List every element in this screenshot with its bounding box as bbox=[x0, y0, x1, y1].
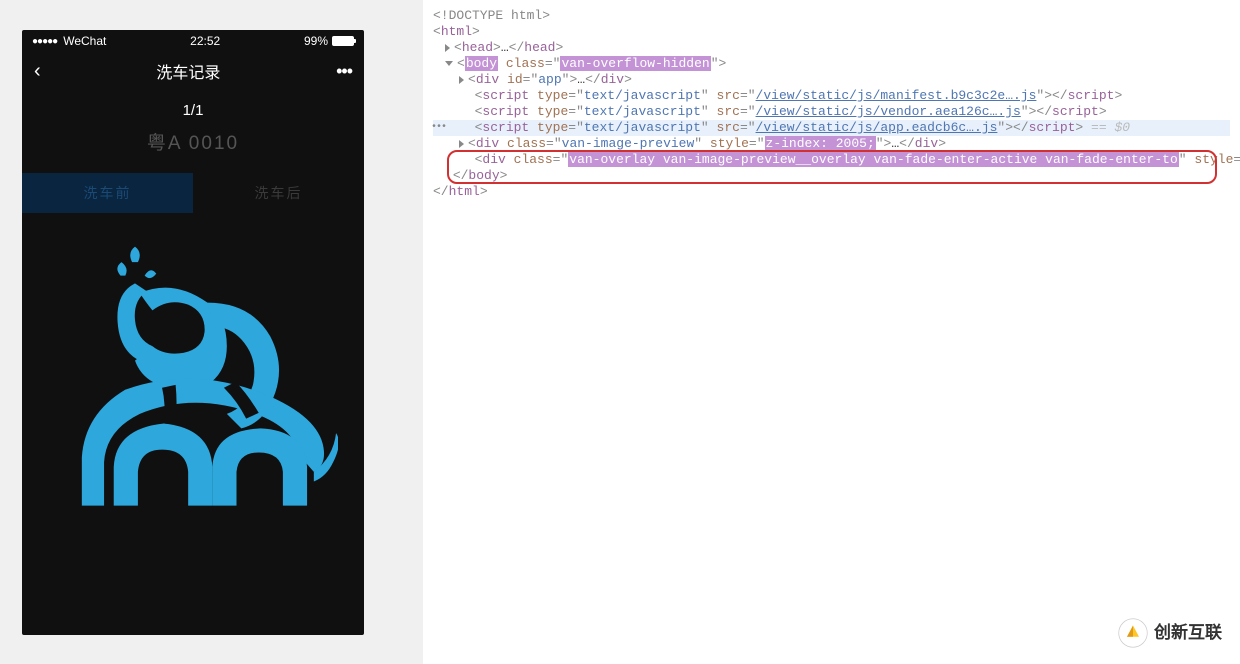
code-body-close[interactable]: </body> bbox=[433, 168, 1230, 184]
code-app-div[interactable]: <div id="app">…</div> bbox=[433, 72, 1230, 88]
background-content: 粤A 0010 洗车前 洗车后 bbox=[22, 128, 364, 213]
expand-icon[interactable] bbox=[459, 76, 464, 84]
carrier-label: WeChat bbox=[63, 34, 106, 48]
more-icon[interactable]: ••• bbox=[336, 61, 352, 82]
breakpoint-gutter-icon[interactable]: ••• bbox=[431, 120, 446, 136]
image-preview-indicator: 1/1 bbox=[22, 102, 364, 119]
phone-frame: ●●●●● WeChat 22:52 99% ‹ 洗车记录 ••• 1/1 粤A… bbox=[22, 30, 364, 635]
code-overlay-div[interactable]: <div class="van-overlay van-image-previe… bbox=[433, 152, 1230, 168]
watermark: 创新互联 bbox=[1118, 618, 1222, 648]
code-image-preview[interactable]: <div class="van-image-preview" style="z-… bbox=[433, 136, 1230, 152]
tab-after[interactable]: 洗车后 bbox=[193, 173, 364, 213]
preview-image[interactable] bbox=[40, 225, 346, 535]
battery-percent: 99% bbox=[304, 34, 328, 48]
phone-nav-bar: ‹ 洗车记录 ••• bbox=[22, 52, 364, 90]
code-body-open[interactable]: <body class="van-overflow-hidden"> bbox=[433, 56, 1230, 72]
nav-title: 洗车记录 bbox=[156, 59, 220, 83]
devtools-elements-panel[interactable]: <!DOCTYPE html> <html> <head>…</head> <b… bbox=[423, 0, 1240, 664]
expand-icon[interactable] bbox=[459, 140, 464, 148]
phone-status-bar: ●●●●● WeChat 22:52 99% bbox=[22, 30, 364, 52]
code-head[interactable]: <head>…</head> bbox=[433, 40, 1230, 56]
back-icon[interactable]: ‹ bbox=[34, 60, 41, 83]
code-script-2[interactable]: <script type="text/javascript" src="/vie… bbox=[433, 104, 1230, 120]
collapse-icon[interactable] bbox=[445, 61, 453, 66]
code-html-close[interactable]: </html> bbox=[433, 184, 1230, 200]
code-script-1[interactable]: <script type="text/javascript" src="/vie… bbox=[433, 88, 1230, 104]
signal-dots-icon: ●●●●● bbox=[32, 36, 57, 47]
code-script-3-selected[interactable]: ••• <script type="text/javascript" src="… bbox=[433, 120, 1230, 136]
expand-icon[interactable] bbox=[445, 44, 450, 52]
code-html-open[interactable]: <html> bbox=[433, 24, 1230, 40]
tab-before[interactable]: 洗车前 bbox=[22, 173, 193, 213]
battery-icon bbox=[332, 36, 354, 46]
elephant-icon bbox=[48, 235, 338, 525]
status-time: 22:52 bbox=[190, 34, 220, 48]
phone-preview-panel: ●●●●● WeChat 22:52 99% ‹ 洗车记录 ••• 1/1 粤A… bbox=[0, 0, 423, 664]
plate-text: 粤A 0010 bbox=[22, 128, 364, 155]
code-doctype[interactable]: <!DOCTYPE html> bbox=[433, 8, 1230, 24]
watermark-icon bbox=[1118, 618, 1148, 648]
